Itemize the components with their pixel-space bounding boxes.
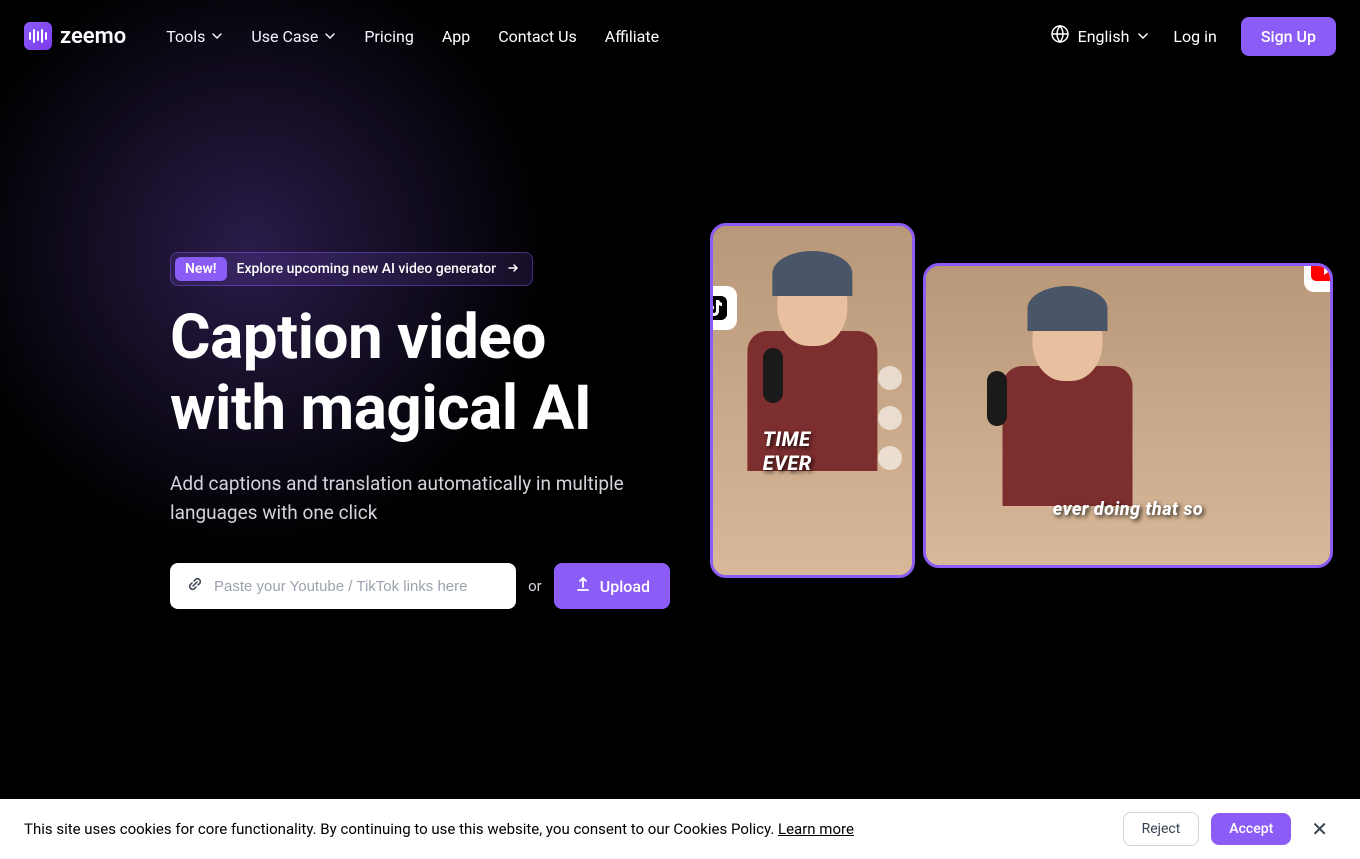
- video-landscape: ever doing that so: [923, 263, 1333, 568]
- nav-app-label: App: [442, 27, 470, 46]
- hero-text: New! Explore upcoming new AI video gener…: [170, 252, 670, 609]
- close-icon: ✕: [1311, 817, 1328, 841]
- nav-contact-label: Contact Us: [498, 27, 577, 46]
- cookie-close-button[interactable]: ✕: [1303, 817, 1336, 841]
- chevron-down-icon: [211, 30, 223, 42]
- video-caption-1: TIME EVER: [763, 427, 863, 475]
- title-line-1: Caption video: [170, 301, 546, 374]
- cookie-accept-button[interactable]: Accept: [1211, 813, 1291, 845]
- header-left: zeemo Tools Use Case Pricing App: [24, 22, 659, 50]
- person-graphic: [738, 261, 887, 523]
- main-nav: Tools Use Case Pricing App Contact Us: [166, 27, 659, 46]
- accept-label: Accept: [1229, 821, 1273, 837]
- url-input-wrapper: [170, 563, 516, 609]
- video-portrait: TIME EVER: [710, 223, 915, 578]
- cookie-learn-more-link[interactable]: Learn more: [778, 820, 854, 838]
- tiktok-icon: [710, 296, 727, 320]
- logo-icon: [24, 22, 52, 50]
- video-preview: TIME EVER ever doing that so: [710, 223, 1333, 578]
- upload-label: Upload: [600, 577, 650, 596]
- person-graphic: [923, 296, 1219, 520]
- nav-pricing-label: Pricing: [364, 27, 414, 46]
- cookie-actions: Reject Accept ✕: [1123, 812, 1336, 846]
- upload-button[interactable]: Upload: [554, 563, 670, 609]
- microphone-graphic: [987, 371, 1007, 426]
- login-button[interactable]: Log in: [1173, 27, 1216, 46]
- brand-name: zeemo: [60, 24, 126, 49]
- reject-label: Reject: [1142, 821, 1181, 837]
- language-label: English: [1078, 27, 1130, 46]
- reaction-comment: [878, 446, 902, 470]
- signup-button[interactable]: Sign Up: [1241, 17, 1336, 56]
- hero-subtitle: Add captions and translation automatical…: [170, 469, 670, 528]
- or-separator: or: [528, 577, 542, 595]
- cookie-message: This site uses cookies for core function…: [24, 820, 778, 838]
- youtube-icon: [1311, 263, 1333, 281]
- chevron-down-icon: [1137, 30, 1149, 42]
- hero-section: New! Explore upcoming new AI video gener…: [170, 72, 1190, 609]
- input-row: or Upload: [170, 563, 670, 609]
- video-caption-2: ever doing that so: [1053, 499, 1204, 520]
- nav-contact[interactable]: Contact Us: [498, 27, 577, 46]
- tiktok-badge: [710, 286, 737, 330]
- globe-icon: [1050, 24, 1070, 48]
- badge-new-label: New!: [175, 257, 227, 281]
- main-header: zeemo Tools Use Case Pricing App: [0, 0, 1360, 72]
- nav-pricing[interactable]: Pricing: [364, 27, 414, 46]
- nav-tools-label: Tools: [166, 27, 205, 46]
- nav-app[interactable]: App: [442, 27, 470, 46]
- cookie-reject-button[interactable]: Reject: [1123, 812, 1200, 846]
- tiktok-reactions: [878, 366, 902, 470]
- cookie-text: This site uses cookies for core function…: [24, 820, 854, 838]
- brand-logo[interactable]: zeemo: [24, 22, 126, 50]
- main-content: New! Explore upcoming new AI video gener…: [0, 72, 1360, 799]
- nav-affiliate-label: Affiliate: [605, 27, 659, 46]
- header-right: English Log in Sign Up: [1050, 17, 1336, 56]
- language-selector[interactable]: English: [1050, 24, 1150, 48]
- nav-usecase[interactable]: Use Case: [251, 27, 336, 46]
- announcement-badge[interactable]: New! Explore upcoming new AI video gener…: [170, 252, 533, 286]
- youtube-badge: [1304, 263, 1333, 292]
- signup-label: Sign Up: [1261, 27, 1316, 46]
- arrow-right-icon: [506, 260, 520, 279]
- nav-affiliate[interactable]: Affiliate: [605, 27, 659, 46]
- link-icon: [186, 575, 204, 597]
- url-input[interactable]: [214, 578, 500, 595]
- microphone-graphic: [763, 348, 783, 403]
- title-line-2: with magical AI: [170, 372, 591, 445]
- nav-usecase-label: Use Case: [251, 27, 318, 46]
- cookie-banner: This site uses cookies for core function…: [0, 799, 1360, 859]
- upload-icon: [574, 575, 592, 597]
- reaction-profile: [878, 366, 902, 390]
- reaction-heart: [878, 406, 902, 430]
- badge-text: Explore upcoming new AI video generator: [237, 261, 497, 277]
- nav-tools[interactable]: Tools: [166, 27, 223, 46]
- hero-title: Caption video with magical AI: [170, 302, 670, 445]
- login-label: Log in: [1173, 27, 1216, 46]
- chevron-down-icon: [324, 30, 336, 42]
